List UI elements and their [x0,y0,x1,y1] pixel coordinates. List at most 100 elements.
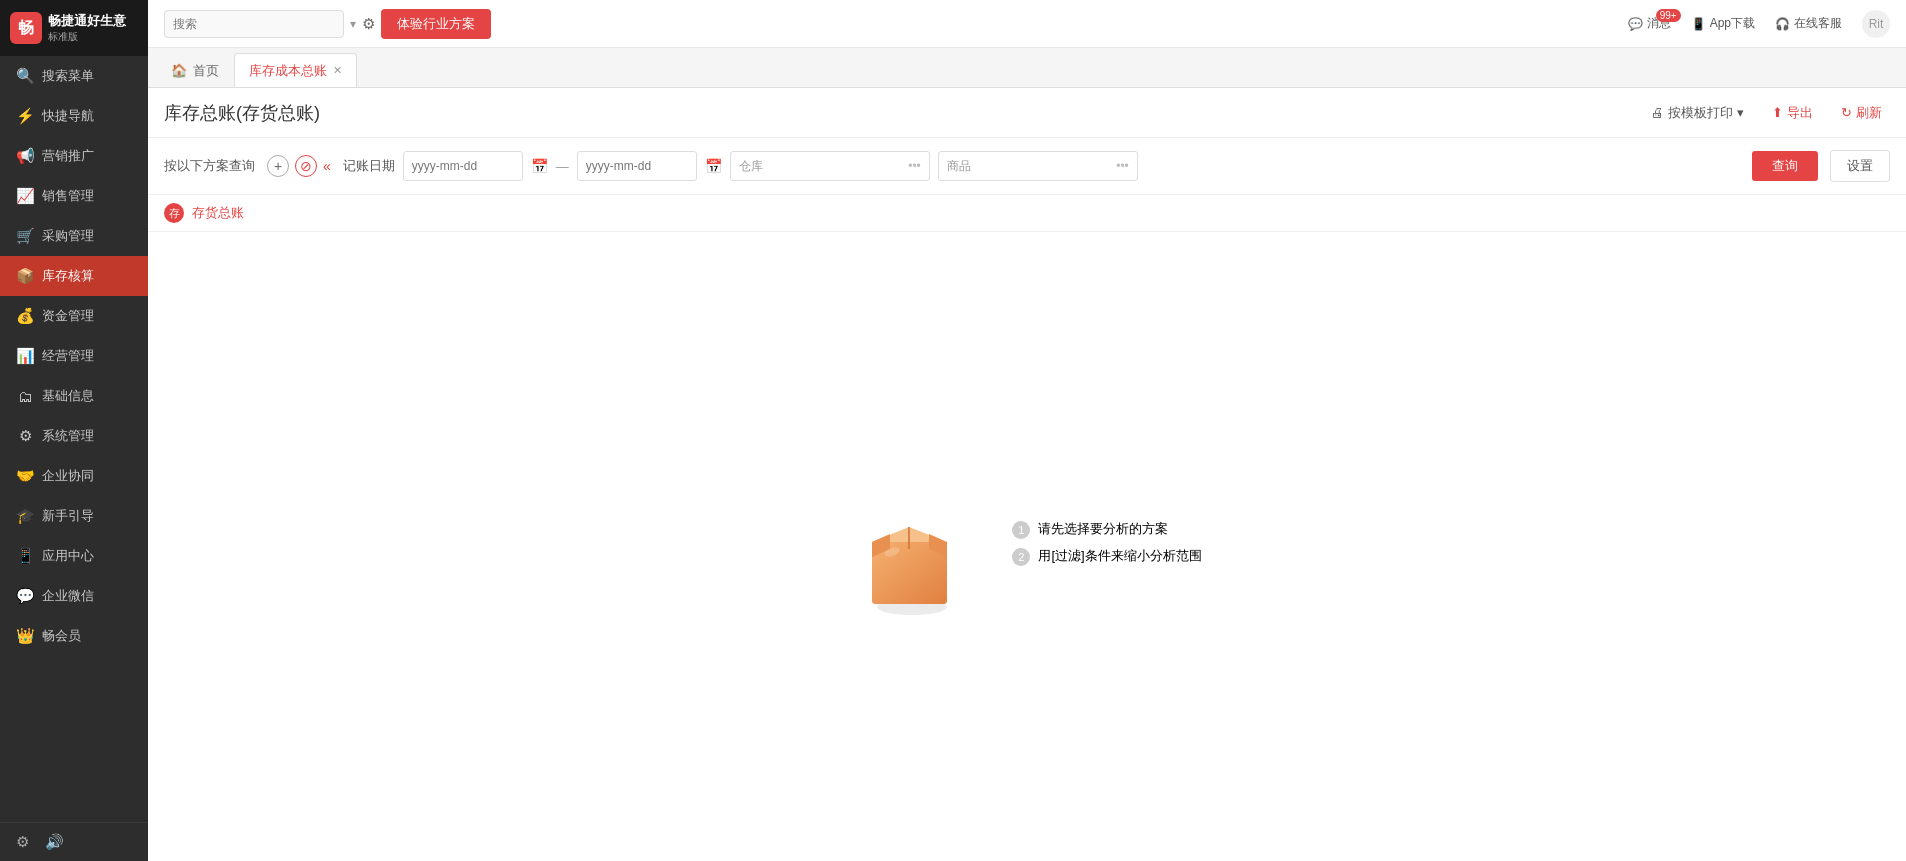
sidebar-item-purchase[interactable]: 🛒 采购管理 [0,216,148,256]
sidebar-item-sales[interactable]: 📈 销售管理 [0,176,148,216]
sidebar-item-wechat[interactable]: 💬 企业微信 [0,576,148,616]
filter-label: 按以下方案查询 [164,157,255,175]
search-button[interactable]: 查询 [1752,151,1818,181]
date-to-input[interactable] [577,151,697,181]
sidebar-item-marketing[interactable]: 📢 营销推广 [0,136,148,176]
filter-collapse-icon[interactable]: « [323,158,331,174]
search-area: ▾ ⚙ 体验行业方案 [164,9,1618,39]
calendar-from-icon[interactable]: 📅 [531,158,548,174]
sidebar-label-inventory: 库存核算 [42,267,94,285]
calendar-to-icon[interactable]: 📅 [705,158,722,174]
message-badge: 99+ [1656,9,1681,22]
page-header-actions: 🖨 按模板打印 ▾ ⬆ 导出 ↻ 刷新 [1643,100,1890,126]
sidebar-label-sales: 销售管理 [42,187,94,205]
avatar-text: Rit [1869,17,1884,31]
user-avatar[interactable]: Rit [1862,10,1890,38]
empty-svg [852,487,972,617]
sidebar-label-appstore: 应用中心 [42,547,94,565]
date-separator: — [556,159,569,174]
filter-add-button[interactable]: + [267,155,289,177]
sidebar-label-finance: 资金管理 [42,307,94,325]
print-chevron-icon: ▾ [1737,105,1744,120]
empty-hints: 1 请先选择要分析的方案 2 用[过滤]条件来缩小分析范围 [1012,520,1201,574]
sidebar-icon-system: ⚙ [16,427,34,445]
page-header: 库存总账(存货总账) 🖨 按模板打印 ▾ ⬆ 导出 ↻ 刷新 [148,88,1906,138]
search-input[interactable] [164,10,344,38]
sidebar-icon-newbie: 🎓 [16,507,34,525]
sidebar-item-operations[interactable]: 📊 经营管理 [0,336,148,376]
print-icon: 🖨 [1651,105,1664,120]
refresh-label: 刷新 [1856,104,1882,122]
search-chevron-icon[interactable]: ▾ [350,17,356,31]
sidebar-icon-sales: 📈 [16,187,34,205]
sidebar-label-basic: 基础信息 [42,387,94,405]
scheme-row: 存 存货总账 [148,195,1906,232]
topbar-right: 💬 消息 99+ 📱 App下载 🎧 在线客服 Rit [1628,10,1890,38]
tab-close-icon[interactable]: ✕ [333,64,342,77]
scheme-name[interactable]: 存货总账 [192,204,244,222]
sidebar-footer: ⚙ 🔊 [0,822,148,861]
sidebar-item-vip[interactable]: 👑 畅会员 [0,616,148,656]
sidebar-item-cooperation[interactable]: 🤝 企业协同 [0,456,148,496]
tab-cost-ledger[interactable]: 库存成本总账 ✕ [234,53,357,87]
hint-step-1: 1 请先选择要分析的方案 [1012,520,1201,539]
sidebar-label-vip: 畅会员 [42,627,81,645]
sidebar-label-wechat: 企业微信 [42,587,94,605]
print-template-label: 按模板打印 [1668,104,1733,122]
settings-gear-icon[interactable]: ⚙ [362,15,375,33]
refresh-icon: ↻ [1841,105,1852,120]
logo-title: 畅捷通好生意 [48,13,126,30]
app-logo: 畅 畅捷通好生意 标准版 [0,0,148,56]
sidebar: 畅 畅捷通好生意 标准版 🔍 搜索菜单 ⚡ 快捷导航 📢 营销推广 📈 销售管理… [0,0,148,861]
home-icon: 🏠 [171,63,187,78]
topbar: ▾ ⚙ 体验行业方案 💬 消息 99+ 📱 App下载 🎧 在线客服 Rit [148,0,1906,48]
online-service-label: 在线客服 [1794,15,1842,32]
industry-solution-button[interactable]: 体验行业方案 [381,9,491,39]
sidebar-label-search: 搜索菜单 [42,67,94,85]
sidebar-item-basic[interactable]: 🗂 基础信息 [0,376,148,416]
online-service-button[interactable]: 🎧 在线客服 [1775,15,1842,32]
settings-icon[interactable]: ⚙ [16,833,29,851]
speaker-icon[interactable]: 🔊 [45,833,64,851]
tabbar: 🏠 首页 库存成本总账 ✕ [148,48,1906,88]
step-2-num: 2 [1012,548,1030,566]
hint-2-text: 用[过滤]条件来缩小分析范围 [1038,547,1201,565]
sidebar-item-finance[interactable]: 💰 资金管理 [0,296,148,336]
product-select[interactable]: 商品 ••• [938,151,1138,181]
sidebar-item-newbie[interactable]: 🎓 新手引导 [0,496,148,536]
sidebar-item-inventory[interactable]: 📦 库存核算 [0,256,148,296]
hint-1-text: 请先选择要分析的方案 [1038,520,1168,538]
logo-icon: 畅 [10,12,42,44]
sidebar-label-operations: 经营管理 [42,347,94,365]
warehouse-label: 仓库 [739,158,763,175]
date-label: 记账日期 [343,157,395,175]
sidebar-icon-appstore: 📱 [16,547,34,565]
sidebar-item-search[interactable]: 🔍 搜索菜单 [0,56,148,96]
date-from-input[interactable] [403,151,523,181]
warehouse-select[interactable]: 仓库 ••• [730,151,930,181]
message-icon: 💬 [1628,17,1643,31]
sidebar-label-newbie: 新手引导 [42,507,94,525]
sidebar-icon-purchase: 🛒 [16,227,34,245]
sidebar-item-appstore[interactable]: 📱 应用中心 [0,536,148,576]
tab-cost-ledger-label: 库存成本总账 [249,62,327,80]
filter-row-date: 记账日期 📅 — 📅 仓库 ••• 商品 ••• [343,151,1740,181]
sidebar-item-system[interactable]: ⚙ 系统管理 [0,416,148,456]
refresh-button[interactable]: ↻ 刷新 [1833,100,1890,126]
filter-clear-button[interactable]: ⊘ [295,155,317,177]
tab-home[interactable]: 🏠 首页 [156,53,234,87]
export-button[interactable]: ⬆ 导出 [1764,100,1821,126]
sidebar-icon-wechat: 💬 [16,587,34,605]
message-button[interactable]: 💬 消息 99+ [1628,15,1671,32]
print-template-button[interactable]: 🖨 按模板打印 ▾ [1643,100,1752,126]
product-label: 商品 [947,158,971,175]
sidebar-item-shortcut[interactable]: ⚡ 快捷导航 [0,96,148,136]
empty-state: 1 请先选择要分析的方案 2 用[过滤]条件来缩小分析范围 [148,232,1906,861]
settings-button[interactable]: 设置 [1830,150,1890,182]
export-label: 导出 [1787,104,1813,122]
app-download-label: App下载 [1710,15,1755,32]
app-download-button[interactable]: 📱 App下载 [1691,15,1755,32]
sidebar-icon-cooperation: 🤝 [16,467,34,485]
sidebar-icon-operations: 📊 [16,347,34,365]
sidebar-icon-shortcut: ⚡ [16,107,34,125]
